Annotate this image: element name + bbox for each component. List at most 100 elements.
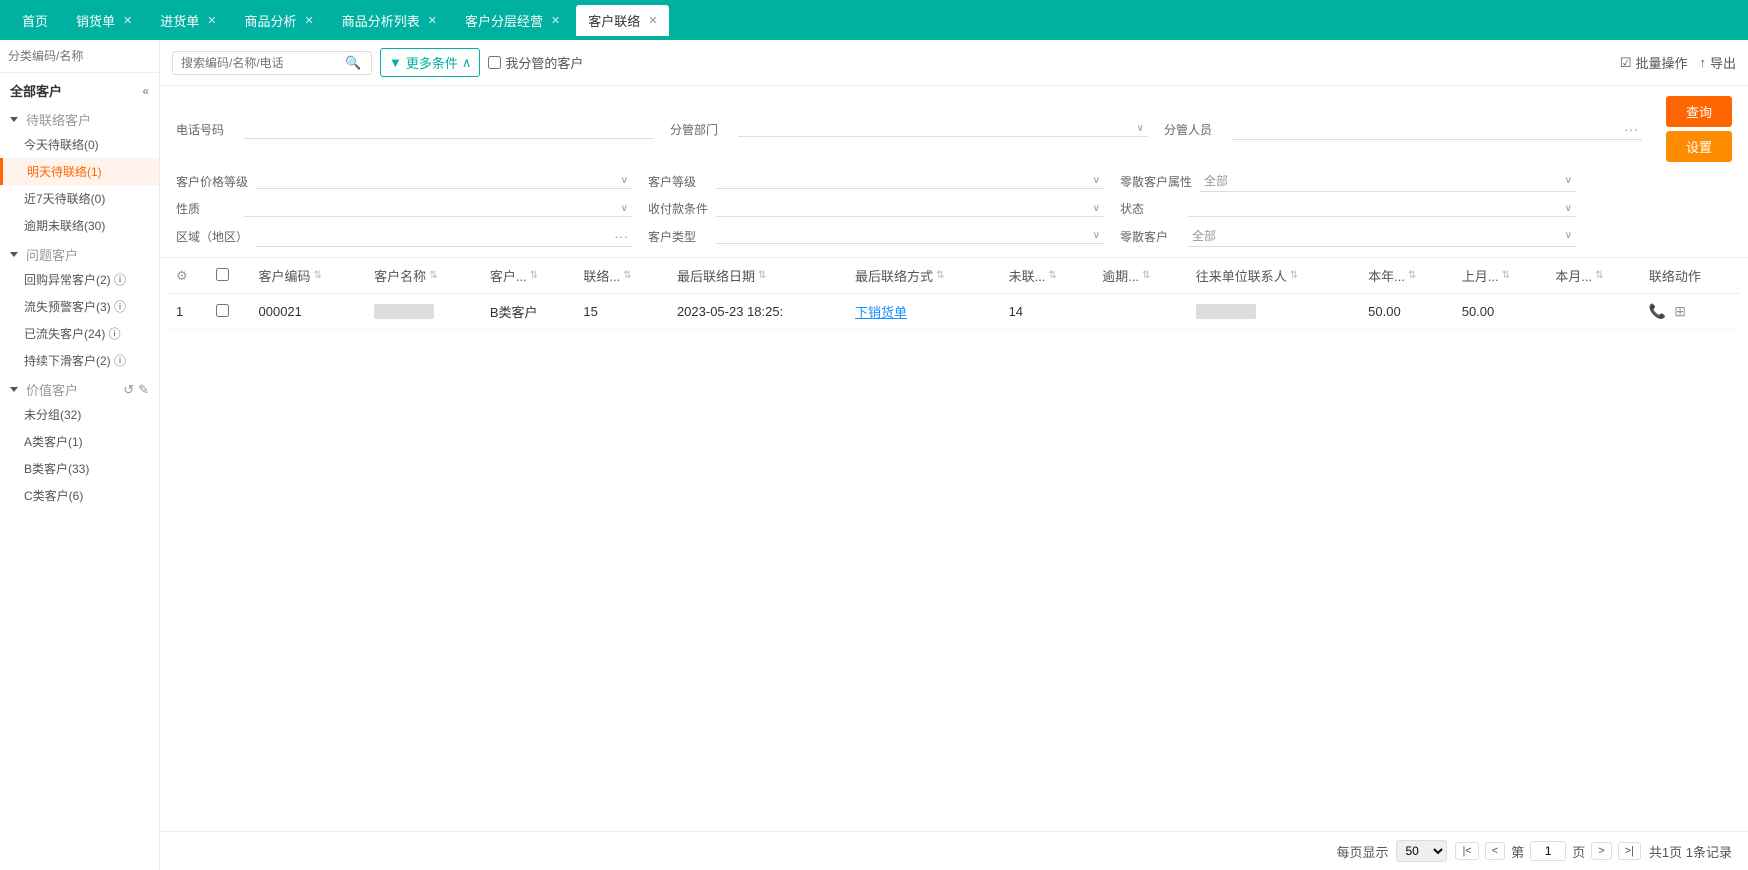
column-config-icon[interactable]: ⚙ <box>176 268 188 283</box>
nav-customer-segmentation[interactable]: 客户分层经营 ✕ <box>453 5 572 36</box>
col-this-month-label: 本月... <box>1555 266 1592 285</box>
sidebar-item-class-a[interactable]: A类客户(1) <box>0 428 159 455</box>
filter-chevron-icon: ∧ <box>462 55 472 71</box>
col-code-sort-icon: ⇅ <box>314 270 322 281</box>
nav-purchase-order[interactable]: 进货单 ✕ <box>148 5 228 36</box>
row-action-phone-icon[interactable]: 📞 <box>1649 303 1666 320</box>
close-product-analysis-icon[interactable]: ✕ <box>305 14 314 27</box>
last-page-button[interactable]: >| <box>1618 842 1641 860</box>
nature-select[interactable]: ∨ <box>244 201 632 217</box>
my-customers-checkbox[interactable] <box>488 56 501 69</box>
phone-input[interactable] <box>244 120 654 139</box>
row-checkbox[interactable] <box>216 304 229 317</box>
person-input-area: ··· <box>1232 119 1642 140</box>
col-overdue-label: 逾期... <box>1102 266 1139 285</box>
next-page-button[interactable]: > <box>1591 842 1611 860</box>
sidebar-item-tomorrow-contact[interactable]: 明天待联络(1) <box>0 158 159 185</box>
phone-label: 电话号码 <box>176 121 236 138</box>
footer: 每页显示 50 100 200 |< < 第 页 > >| 共1页 1条记录 <box>160 831 1748 870</box>
person-dots-btn[interactable]: ··· <box>1624 121 1638 137</box>
action-buttons: 查询 设置 <box>1666 96 1732 162</box>
table-area: ⚙ 客户编码 ⇅ 客户名称 <box>160 258 1748 831</box>
col-last-method-header[interactable]: 最后联络方式 ⇅ <box>847 258 1001 294</box>
col-not-contacted-header[interactable]: 未联... ⇅ <box>1001 258 1095 294</box>
col-this-year-label: 本年... <box>1368 266 1405 285</box>
status-select[interactable]: ∨ <box>1188 201 1576 217</box>
retail-customer-select[interactable]: 全部 ∨ <box>1188 225 1576 247</box>
batch-operation-button[interactable]: ☑ 批量操作 <box>1620 53 1688 72</box>
sidebar-item-class-b[interactable]: B类客户(33) <box>0 455 159 482</box>
row-unit-contacts-blurred <box>1196 304 1256 319</box>
col-last-month-header[interactable]: 上月... ⇅ <box>1454 258 1548 294</box>
nav-customer-contact[interactable]: 客户联络 ✕ <box>576 5 669 36</box>
dept-label: 分管部门 <box>670 121 730 138</box>
sidebar-item-today-contact[interactable]: 今天待联络(0) <box>0 131 159 158</box>
retail-attr-select[interactable]: 全部 ∨ <box>1200 170 1576 192</box>
col-not-contacted-label: 未联... <box>1009 266 1046 285</box>
sidebar-item-7day-contact[interactable]: 近7天待联络(0) <box>0 185 159 212</box>
prev-page-button[interactable]: < <box>1485 842 1505 860</box>
pending-contact-triangle <box>10 117 18 122</box>
close-customer-contact-icon[interactable]: ✕ <box>648 14 657 27</box>
collapse-icon[interactable]: « <box>142 84 149 98</box>
nav-home[interactable]: 首页 <box>10 5 60 36</box>
per-page-select[interactable]: 50 100 200 <box>1396 840 1447 862</box>
close-customer-segmentation-icon[interactable]: ✕ <box>551 14 560 27</box>
col-code-header[interactable]: 客户编码 ⇅ <box>251 258 367 294</box>
col-this-year-header[interactable]: 本年... ⇅ <box>1360 258 1454 294</box>
col-type-header[interactable]: 客户... ⇅ <box>482 258 576 294</box>
problem-customers-group: 问题客户 <box>0 239 159 266</box>
filter-field-customer-level: 客户等级 ∨ <box>648 173 1104 190</box>
sidebar-search-input[interactable] <box>8 49 160 63</box>
sidebar-item-lost-customers[interactable]: 已流失客户(24) ⓘ <box>0 320 159 347</box>
sidebar-item-overdue-contact[interactable]: 逾期未联络(30) <box>0 212 159 239</box>
col-this-year-sort-icon: ⇅ <box>1408 270 1416 281</box>
nav-sales-order[interactable]: 销货单 ✕ <box>64 5 144 36</box>
query-button[interactable]: 查询 <box>1666 96 1732 127</box>
batch-icon: ☑ <box>1620 55 1632 71</box>
sidebar-item-loss-warning[interactable]: 流失预警客户(3) ⓘ <box>0 293 159 320</box>
more-filter-button[interactable]: ▼ 更多条件 ∧ <box>380 48 480 77</box>
col-name-header[interactable]: 客户名称 ⇅ <box>366 258 482 294</box>
my-customers-checkbox-label[interactable]: 我分管的客户 <box>488 53 583 72</box>
col-last-date-header[interactable]: 最后联络日期 ⇅ <box>669 258 847 294</box>
export-button[interactable]: ↑ 导出 <box>1699 53 1736 72</box>
price-level-chevron-icon: ∨ <box>621 175 628 186</box>
col-contact-header[interactable]: 联络... ⇅ <box>575 258 669 294</box>
row-last-method-link[interactable]: 下销货单 <box>855 305 907 320</box>
page-input[interactable] <box>1530 841 1566 861</box>
dept-select[interactable]: ∨ <box>738 121 1148 137</box>
region-dots-btn[interactable]: ··· <box>614 228 628 244</box>
col-code-label: 客户编码 <box>259 266 311 285</box>
filter-field-dept: 分管部门 ∨ <box>670 121 1148 138</box>
payment-select[interactable]: ∨ <box>716 201 1104 217</box>
sidebar-item-declining-customers[interactable]: 持续下滑客户(2) ⓘ <box>0 347 159 374</box>
col-overdue-header[interactable]: 逾期... ⇅ <box>1094 258 1188 294</box>
value-customers-label: 价值客户 <box>26 380 78 399</box>
first-page-button[interactable]: |< <box>1455 842 1478 860</box>
set-button[interactable]: 设置 <box>1666 131 1732 162</box>
nav-product-analysis[interactable]: 商品分析 ✕ <box>232 5 325 36</box>
price-level-select[interactable]: ∨ <box>256 173 632 189</box>
value-customers-refresh-icon[interactable]: ↺ <box>123 382 134 398</box>
export-label: 导出 <box>1710 53 1736 72</box>
customer-type-select[interactable]: ∨ <box>716 228 1104 244</box>
region-input-area: ··· <box>256 226 632 247</box>
sidebar-item-repurchase-abnormal[interactable]: 回购异常客户(2) ⓘ <box>0 266 159 293</box>
close-sales-order-icon[interactable]: ✕ <box>123 14 132 27</box>
search-icon[interactable]: 🔍 <box>345 55 361 71</box>
nav-product-analysis-list[interactable]: 商品分析列表 ✕ <box>330 5 449 36</box>
row-action-icons: 📞 ⊞ <box>1649 303 1732 320</box>
row-action-grid-icon[interactable]: ⊞ <box>1674 303 1686 320</box>
sidebar-item-ungrouped[interactable]: 未分组(32) <box>0 401 159 428</box>
close-purchase-order-icon[interactable]: ✕ <box>207 14 216 27</box>
select-all-checkbox[interactable] <box>216 268 229 281</box>
col-unit-contacts-header[interactable]: 往来单位联系人 ⇅ <box>1188 258 1360 294</box>
col-this-month-header[interactable]: 本月... ⇅ <box>1547 258 1641 294</box>
customer-level-select[interactable]: ∨ <box>716 173 1104 189</box>
sidebar-item-class-c[interactable]: C类客户(6) <box>0 482 159 509</box>
search-input[interactable] <box>181 56 341 70</box>
close-product-analysis-list-icon[interactable]: ✕ <box>428 14 437 27</box>
all-customers-header[interactable]: 全部客户 « <box>0 73 159 104</box>
value-customers-edit-icon[interactable]: ✎ <box>138 382 149 398</box>
